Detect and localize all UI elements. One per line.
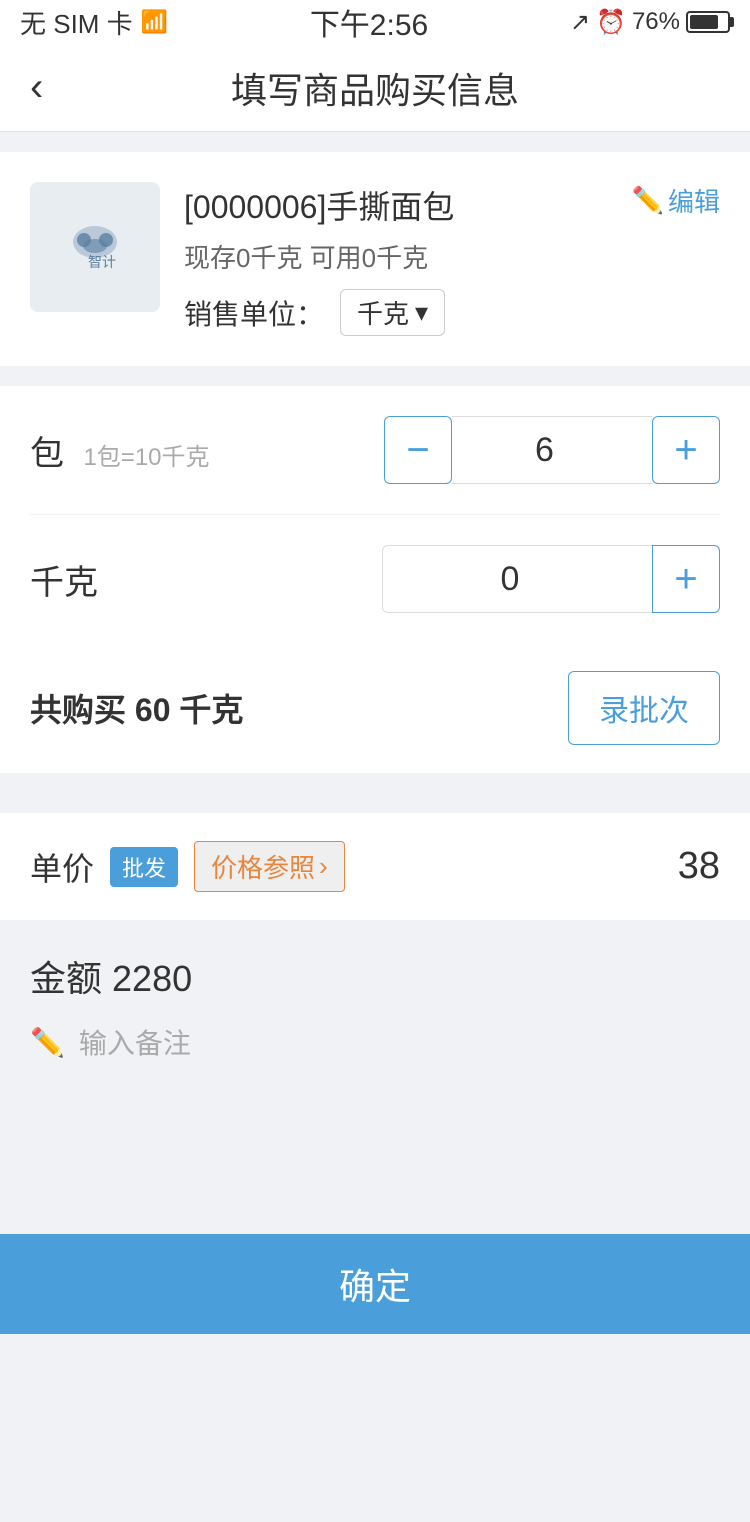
bao-input[interactable]	[452, 416, 652, 484]
nav-bar: ‹ 填写商品购买信息	[0, 44, 750, 132]
kg-input[interactable]	[382, 545, 652, 613]
chevron-down-icon: ▾	[415, 297, 428, 328]
alarm-icon: ⏰	[596, 8, 626, 37]
edit-label: 编辑	[668, 182, 720, 219]
wifi-icon: 📶	[141, 9, 168, 35]
battery-icon	[686, 11, 730, 33]
total-text: 共购买 60 千克	[30, 685, 243, 731]
pencil-icon: ✏️	[30, 1026, 65, 1059]
amount-value: 2280	[112, 958, 192, 999]
kg-label: 千克	[30, 555, 382, 604]
unit-select[interactable]: 千克 ▾	[340, 289, 445, 336]
bao-input-row: 包 1包=10千克 − +	[30, 386, 720, 515]
unit-label: 销售单位：	[184, 293, 324, 333]
kg-input-row: 千克 +	[30, 515, 720, 643]
price-row: 单价 批发 价格参照 › 38	[30, 841, 720, 892]
bao-plus-button[interactable]: +	[652, 416, 720, 484]
batch-button[interactable]: 录批次	[568, 671, 720, 745]
bao-label: 包 1包=10千克	[30, 426, 384, 475]
edit-button[interactable]: ✏️ 编辑	[632, 182, 720, 219]
page-title: 填写商品购买信息	[231, 62, 519, 114]
product-stock: 现存0千克 可用0千克	[184, 238, 720, 275]
confirm-button-label: 确定	[339, 1258, 411, 1310]
price-section: 单价 批发 价格参照 › 38	[0, 813, 750, 920]
battery-percent: 76%	[632, 8, 680, 36]
status-bar: 无 SIM 卡 📶 下午2:56 ↗ ⏰ 76%	[0, 0, 750, 44]
product-unit-row: 销售单位： 千克 ▾	[184, 289, 720, 336]
location-icon: ↗	[570, 8, 590, 37]
remark-row[interactable]: ✏️ 输入备注	[30, 1022, 720, 1062]
svg-text:智计: 智计	[88, 254, 116, 270]
chevron-right-icon: ›	[319, 851, 328, 882]
input-section: 包 1包=10千克 − + 千克 +	[0, 386, 750, 643]
product-image: 智计	[30, 182, 160, 312]
bao-stepper: − +	[384, 416, 720, 484]
status-left: 无 SIM 卡 📶	[20, 4, 168, 41]
status-right: ↗ ⏰ 76%	[570, 8, 730, 37]
price-ref-button[interactable]: 价格参照 ›	[194, 841, 345, 892]
product-name: [0000006]手撕面包	[184, 182, 454, 228]
back-button[interactable]: ‹	[30, 65, 63, 110]
divider-2	[0, 773, 750, 793]
bao-minus-button[interactable]: −	[384, 416, 452, 484]
total-row: 共购买 60 千克 录批次	[0, 643, 750, 773]
kg-stepper: +	[382, 545, 720, 613]
amount-row: 金额 2280	[30, 950, 720, 1002]
time-display: 下午2:56	[310, 0, 428, 44]
confirm-button[interactable]: 确定	[0, 1234, 750, 1334]
amount-section: 金额 2280 ✏️ 输入备注	[0, 920, 750, 1082]
product-section: 智计 [0000006]手撕面包 ✏️ 编辑 现存0千克 可用0千克 销售单位：…	[0, 152, 750, 366]
remark-placeholder: 输入备注	[79, 1022, 191, 1062]
product-info: [0000006]手撕面包 ✏️ 编辑 现存0千克 可用0千克 销售单位： 千克…	[184, 182, 720, 336]
total-value: 60	[135, 692, 171, 728]
kg-plus-button[interactable]: +	[652, 545, 720, 613]
edit-icon: ✏️	[632, 185, 664, 216]
price-value: 38	[678, 845, 720, 888]
batch-tag: 批发	[110, 847, 178, 887]
price-label: 单价	[30, 844, 94, 890]
carrier-text: 无 SIM 卡	[20, 4, 133, 41]
bao-hint: 1包=10千克	[83, 444, 209, 471]
divider-1	[0, 366, 750, 386]
